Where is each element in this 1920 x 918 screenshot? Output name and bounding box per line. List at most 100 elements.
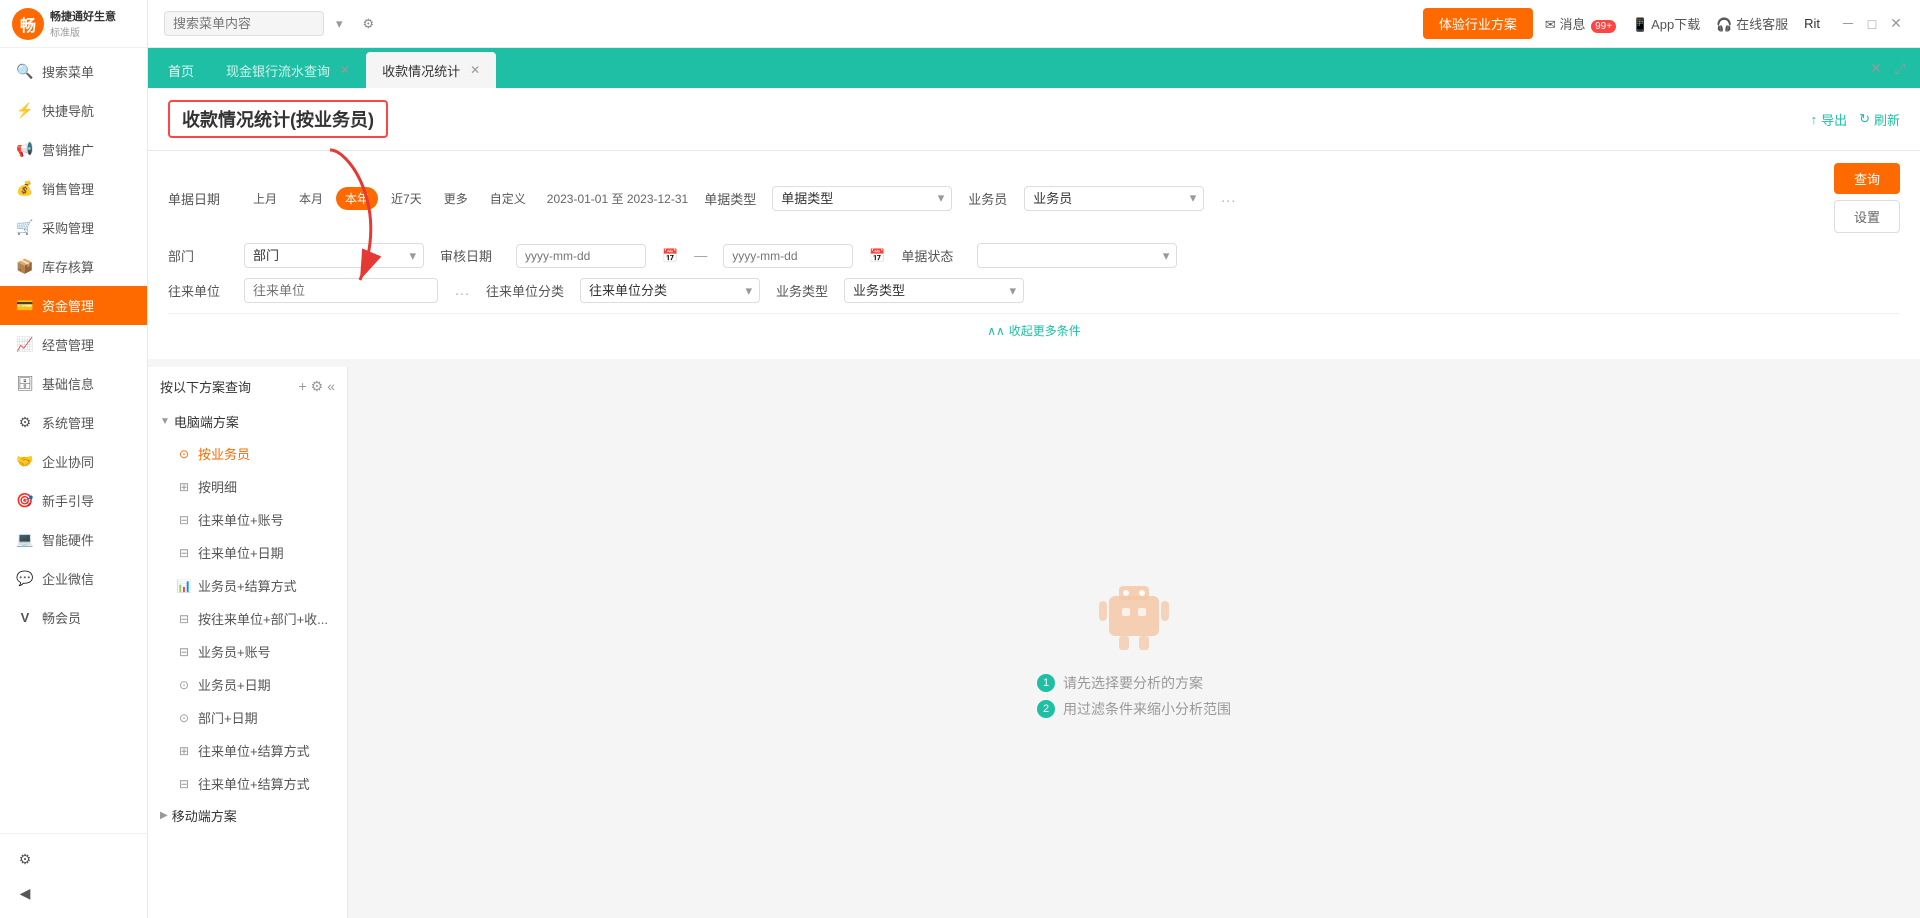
logo-text: 畅捷通好生意 标准版	[50, 8, 116, 39]
date-btn-custom[interactable]: 自定义	[481, 187, 535, 210]
tab-expand-icon[interactable]: ⤢	[1892, 60, 1908, 76]
sidebar-item-sales[interactable]: 💰 销售管理	[0, 169, 147, 208]
header-dropdown-icon[interactable]: ▾	[336, 16, 343, 32]
scheme-item-dept-date[interactable]: ⊙ 部门+日期	[148, 701, 347, 734]
scheme-item-sd-label: 业务员+日期	[198, 675, 271, 694]
voucher-status-select[interactable]	[977, 243, 1177, 268]
export-icon: ↑	[1811, 112, 1818, 127]
date-btn-7days[interactable]: 近7天	[382, 187, 431, 210]
scheme-item-counterpart-account[interactable]: ⊟ 往来单位+账号	[148, 503, 347, 536]
messages-btn[interactable]: ✉ 消息 99+	[1545, 14, 1616, 33]
date-btn-last-month[interactable]: 上月	[244, 187, 286, 210]
tab-home[interactable]: 首页	[152, 52, 210, 88]
scheme-collapse-btn[interactable]: «	[327, 378, 335, 395]
filter-row-2: 部门 部门 审核日期 📅 — 📅 单据状态	[168, 243, 1900, 268]
close-btn[interactable]: ✕	[1888, 16, 1904, 32]
sidebar-item-quicknav[interactable]: ⚡ 快捷导航	[0, 91, 147, 130]
tab-bank-flow[interactable]: 现金银行流水查询 ✕	[210, 52, 366, 88]
sd-scheme-icon: ⊙	[176, 677, 192, 693]
sidebar-item-hardware[interactable]: 💻 智能硬件	[0, 520, 147, 559]
wechat-icon: 💬	[16, 570, 34, 588]
review-date-end[interactable]	[723, 244, 853, 268]
online-service-btn[interactable]: 🎧 在线客服	[1716, 14, 1788, 33]
sidebar-item-operations[interactable]: 📈 经营管理	[0, 325, 147, 364]
tab-collection-stats[interactable]: 收款情况统计 ✕	[366, 52, 496, 88]
review-date-start[interactable]	[516, 244, 646, 268]
scheme-item-counterpart-dept[interactable]: ⊟ 按往来单位+部门+收...	[148, 602, 347, 635]
refresh-btn[interactable]: ↻ 刷新	[1859, 110, 1900, 129]
app-download-btn[interactable]: 📱 App下载	[1632, 14, 1700, 33]
page-body: 按以下方案查询 + ⚙ « ▼ 电脑端方案 ⊙ 按业务员	[148, 367, 1920, 918]
query-btn[interactable]: 查询	[1834, 163, 1900, 194]
scheme-item-counterpart-settlement1[interactable]: ⊞ 往来单位+结算方式	[148, 734, 347, 767]
filter-row-1: 单据日期 上月 本月 本年 近7天 更多 自定义 2023-01-01 至 20…	[168, 163, 1900, 233]
sidebar-item-inventory[interactable]: 📦 库存核算	[0, 247, 147, 286]
sidebar-item-marketing[interactable]: 📢 营销推广	[0, 130, 147, 169]
gear-icon[interactable]: ⚙	[363, 16, 375, 32]
page-title: 收款情况统计(按业务员)	[182, 110, 374, 130]
sidebar-label-wechat: 企业微信	[42, 569, 94, 588]
cds-scheme-icon: ⊟	[176, 611, 192, 627]
counterpart-cat-select[interactable]: 往来单位分类	[580, 278, 760, 303]
scheme-settings-btn[interactable]: ⚙	[311, 378, 324, 395]
scheme-item-salesman-date[interactable]: ⊙ 业务员+日期	[148, 668, 347, 701]
counterpart-input[interactable]	[244, 278, 438, 303]
sidebar-collapse-btn[interactable]: ◀‍	[0, 876, 147, 910]
scheme-item-by-salesman[interactable]: ⊙ 按业务员	[148, 437, 347, 470]
trial-btn[interactable]: 体验行业方案	[1423, 8, 1533, 39]
scheme-item-salesman-account[interactable]: ⊟ 业务员+账号	[148, 635, 347, 668]
hardware-icon: 💻	[16, 531, 34, 549]
counterpart-more-icon[interactable]: …	[454, 282, 470, 300]
minimize-btn[interactable]: －	[1840, 16, 1856, 32]
scheme-group-mobile-title[interactable]: ▶ 移动端方案	[148, 800, 347, 831]
tab-bankflow-close[interactable]: ✕	[340, 63, 350, 77]
pc-group-label: 电脑端方案	[174, 412, 239, 431]
dept-select[interactable]: 部门	[244, 243, 424, 268]
collapse-bar[interactable]: ∧∧ 收起更多条件	[168, 313, 1900, 347]
scheme-item-by-detail[interactable]: ⊞ 按明细	[148, 470, 347, 503]
tip-num-1: 1	[1037, 674, 1055, 692]
salesman-scheme-icon: ⊙	[176, 446, 192, 462]
sidebar-item-purchase[interactable]: 🛒 采购管理	[0, 208, 147, 247]
user-name[interactable]: Rit	[1804, 16, 1820, 31]
pc-group-arrow: ▼	[160, 416, 170, 427]
tab-close-icon[interactable]: ✕	[1868, 60, 1884, 76]
date-btn-this-month[interactable]: 本月	[290, 187, 332, 210]
biz-type-select-wrap: 业务类型	[844, 278, 1024, 303]
sidebar-item-system[interactable]: ⚙ 系统管理	[0, 403, 147, 442]
scheme-group-pc-title[interactable]: ▼ 电脑端方案	[148, 406, 347, 437]
scheme-item-salesman-settlement[interactable]: 📊 业务员+结算方式	[148, 569, 347, 602]
result-area: 1 请先选择要分析的方案 2 用过滤条件来缩小分析范围	[348, 367, 1920, 918]
date-btn-this-year[interactable]: 本年	[336, 187, 378, 210]
tab-collection-close[interactable]: ✕	[470, 63, 480, 77]
search-menu-input[interactable]	[164, 11, 324, 36]
cs1-scheme-icon: ⊞	[176, 743, 192, 759]
basicinfo-icon: 🗄	[16, 375, 34, 393]
sidebar-item-enterprise[interactable]: 🤝 企业协同	[0, 442, 147, 481]
sidebar-label-marketing: 营销推广	[42, 140, 94, 159]
sidebar-item-search[interactable]: 🔍 搜索菜单	[0, 52, 147, 91]
sidebar-settings-btn[interactable]: ⚙	[0, 842, 147, 876]
scheme-item-counterpart-date[interactable]: ⊟ 往来单位+日期	[148, 536, 347, 569]
voucher-type-select[interactable]: 单据类型	[772, 186, 952, 211]
salesman-select[interactable]: 业务员	[1024, 186, 1204, 211]
maximize-btn[interactable]: □	[1864, 16, 1880, 32]
biz-type-select[interactable]: 业务类型	[844, 278, 1024, 303]
sidebar-item-starter[interactable]: 🎯 新手引导	[0, 481, 147, 520]
sidebar-item-finance[interactable]: 💳 资金管理	[0, 286, 147, 325]
cal-icon-end[interactable]: 📅	[869, 248, 885, 264]
cal-icon-start[interactable]: 📅	[662, 248, 678, 264]
sidebar-item-basicinfo[interactable]: 🗄 基础信息	[0, 364, 147, 403]
setting-btn[interactable]: 设置	[1834, 200, 1900, 233]
date-range-display: 2023-01-01 至 2023-12-31	[547, 190, 688, 207]
sidebar-label-basicinfo: 基础信息	[42, 374, 94, 393]
tab-bar: 首页 现金银行流水查询 ✕ 收款情况统计 ✕ ✕ ⤢	[148, 48, 1920, 88]
sidebar-item-wechat[interactable]: 💬 企业微信	[0, 559, 147, 598]
add-scheme-btn[interactable]: +	[298, 378, 306, 395]
top-header: ▾ ⚙ 体验行业方案 ✉ 消息 99+ 📱 App下载 🎧 在线客服 Rit －…	[148, 0, 1920, 48]
salesman-more-icon[interactable]: …	[1220, 189, 1236, 207]
date-btn-more[interactable]: 更多	[435, 187, 477, 210]
export-btn[interactable]: ↑ 导出	[1811, 110, 1848, 129]
scheme-item-counterpart-settlement2[interactable]: ⊟ 往来单位+结算方式	[148, 767, 347, 800]
sidebar-item-member[interactable]: V 畅会员	[0, 598, 147, 637]
